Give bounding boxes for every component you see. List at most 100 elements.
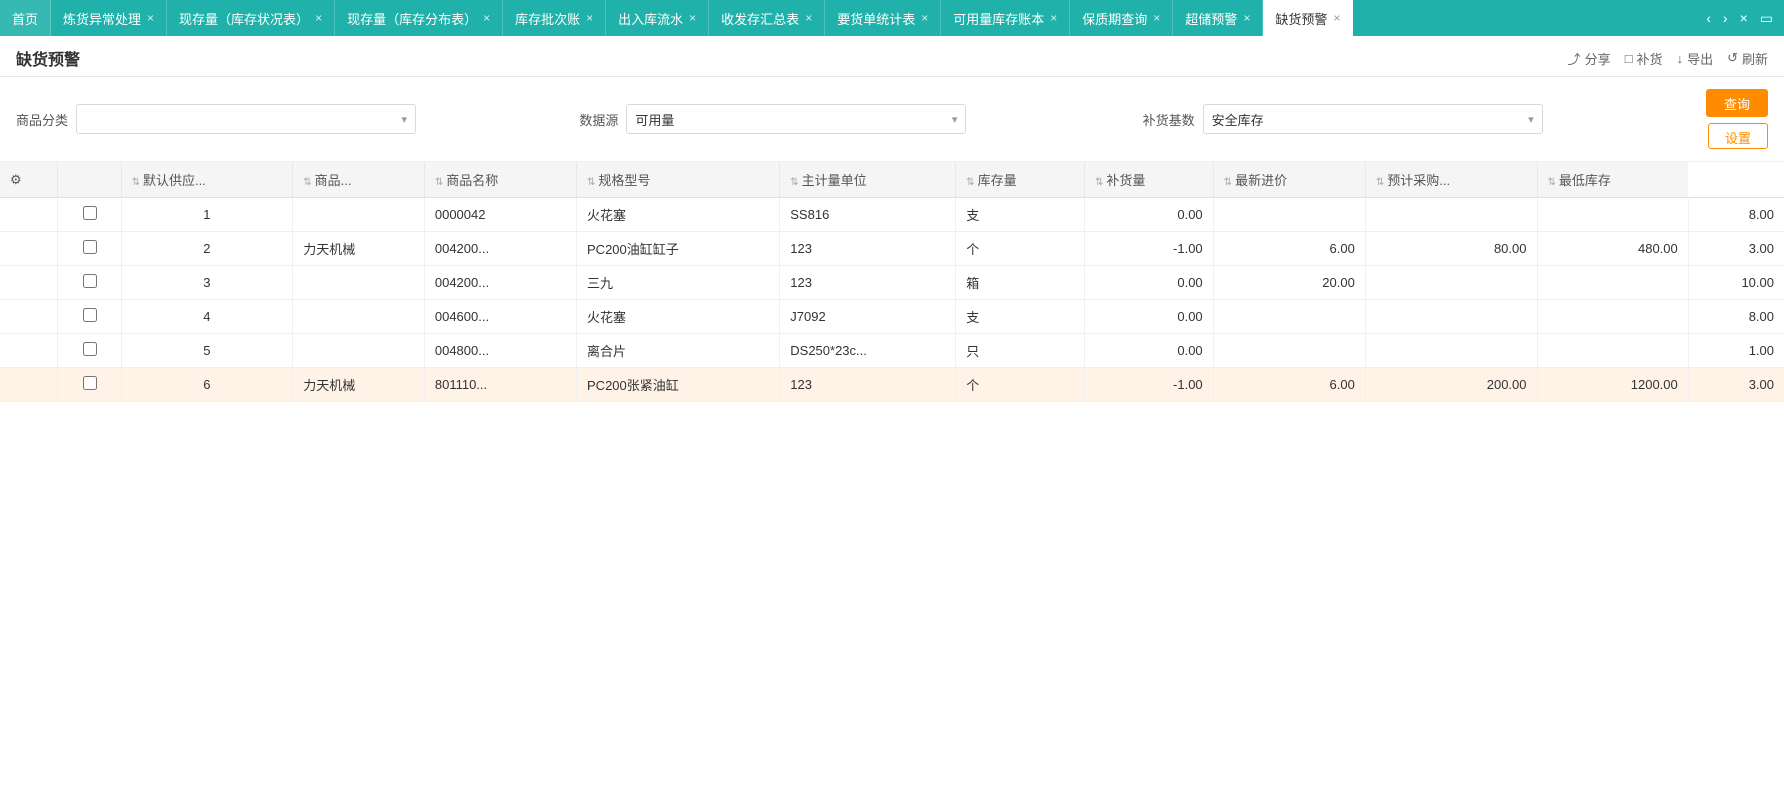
tab-expand-button[interactable]: ▭ bbox=[1755, 8, 1778, 29]
row-latest_price: 80.00 bbox=[1365, 232, 1537, 266]
col-header-stock[interactable]: ⇅库存量 bbox=[956, 162, 1085, 198]
tab-item-2[interactable]: 现存量（库存状况表） × bbox=[167, 0, 335, 36]
row-spec: 123 bbox=[780, 266, 956, 300]
tab-item-10[interactable]: 超储预警 × bbox=[1173, 0, 1263, 36]
chevron-down-icon: ▾ bbox=[401, 113, 407, 126]
tab-item-5[interactable]: 出入库流水 × bbox=[606, 0, 709, 36]
tab-close-icon-9[interactable]: × bbox=[1153, 11, 1160, 25]
row-settings-cell bbox=[0, 300, 58, 334]
sort-icon: ⇅ bbox=[790, 177, 798, 188]
row-spec: SS816 bbox=[780, 198, 956, 232]
tab-close-icon-11[interactable]: × bbox=[1333, 11, 1340, 25]
row-replenish_qty bbox=[1213, 198, 1365, 232]
row-min_stock: 8.00 bbox=[1688, 300, 1784, 334]
row-product_name: 离合片 bbox=[577, 334, 780, 368]
tab-item-7[interactable]: 要货单统计表 × bbox=[825, 0, 941, 36]
sort-icon: ⇅ bbox=[587, 177, 595, 188]
row-default_supplier bbox=[293, 198, 425, 232]
replenish-button[interactable]: □ 补货 bbox=[1625, 49, 1663, 68]
row-spec: J7092 bbox=[780, 300, 956, 334]
tab-item-3[interactable]: 现存量（库存分布表） × bbox=[335, 0, 503, 36]
chevron-down-icon-2: ▾ bbox=[952, 113, 958, 126]
table-row: 6力天机械801110...PC200张紧油缸123个-1.006.00200.… bbox=[0, 368, 1784, 402]
row-spec: 123 bbox=[780, 232, 956, 266]
tab-close-all-button[interactable]: × bbox=[1735, 8, 1753, 28]
row-estimated_purchase bbox=[1537, 300, 1688, 334]
row-default_supplier: 力天机械 bbox=[293, 232, 425, 266]
row-checkbox[interactable] bbox=[83, 274, 97, 288]
export-button[interactable]: ↓ 导出 bbox=[1677, 49, 1714, 68]
tab-prev-button[interactable]: ‹ bbox=[1701, 8, 1716, 28]
tab-close-icon-1[interactable]: × bbox=[147, 11, 154, 25]
col-header-unit[interactable]: ⇅主计量单位 bbox=[780, 162, 956, 198]
share-button[interactable]: ⤴ 分享 bbox=[1568, 49, 1611, 68]
row-checkbox[interactable] bbox=[83, 376, 97, 390]
row-product_code: 004200... bbox=[424, 266, 576, 300]
tab-next-button[interactable]: › bbox=[1718, 8, 1733, 28]
row-product_name: 火花塞 bbox=[577, 198, 780, 232]
tab-close-icon-7[interactable]: × bbox=[921, 11, 928, 25]
col-header-spec[interactable]: ⇅规格型号 bbox=[577, 162, 780, 198]
row-replenish_qty bbox=[1213, 334, 1365, 368]
product-category-label: 商品分类 bbox=[16, 110, 68, 129]
row-unit: 个 bbox=[956, 232, 1085, 266]
row-estimated_purchase bbox=[1537, 198, 1688, 232]
tab-item-4[interactable]: 库存批次账 × bbox=[503, 0, 606, 36]
row-min_stock: 3.00 bbox=[1688, 232, 1784, 266]
share-icon: ⤴ bbox=[1568, 49, 1581, 68]
row-checkbox[interactable] bbox=[83, 308, 97, 322]
col-header-latest_price[interactable]: ⇅最新进价 bbox=[1213, 162, 1365, 198]
tab-close-icon-10[interactable]: × bbox=[1243, 11, 1250, 25]
query-button[interactable]: 查询 bbox=[1706, 89, 1768, 117]
row-product_name: PC200张紧油缸 bbox=[577, 368, 780, 402]
tab-item-9[interactable]: 保质期查询 × bbox=[1070, 0, 1173, 36]
replenish-base-select[interactable]: 安全库存 ▾ bbox=[1203, 104, 1543, 134]
row-number: 4 bbox=[121, 300, 293, 334]
sort-icon: ⇅ bbox=[1376, 177, 1384, 188]
row-checkbox[interactable] bbox=[83, 342, 97, 356]
tab-item-8[interactable]: 可用量库存账本 × bbox=[941, 0, 1070, 36]
tab-item-0[interactable]: 首页 bbox=[0, 0, 51, 36]
row-product_name: 火花塞 bbox=[577, 300, 780, 334]
row-estimated_purchase bbox=[1537, 266, 1688, 300]
tab-bar: 首页炼货异常处理 ×现存量（库存状况表） ×现存量（库存分布表） ×库存批次账 … bbox=[0, 0, 1784, 36]
settings-button[interactable]: 设置 bbox=[1708, 123, 1768, 149]
col-header-replenish_qty[interactable]: ⇅补货量 bbox=[1084, 162, 1213, 198]
tab-item-11[interactable]: 缺货预警 × bbox=[1263, 0, 1353, 36]
replenish-base-value: 安全库存 bbox=[1212, 110, 1264, 129]
tab-close-icon-2[interactable]: × bbox=[315, 11, 322, 25]
row-min_stock: 3.00 bbox=[1688, 368, 1784, 402]
row-checkbox-cell bbox=[58, 300, 121, 334]
row-default_supplier bbox=[293, 334, 425, 368]
row-checkbox-cell bbox=[58, 266, 121, 300]
tab-close-icon-5[interactable]: × bbox=[689, 11, 696, 25]
row-settings-cell bbox=[0, 334, 58, 368]
table-row: 3004200...三九123箱0.0020.0010.00 bbox=[0, 266, 1784, 300]
refresh-button[interactable]: ↺ 刷新 bbox=[1727, 49, 1768, 68]
tab-close-icon-6[interactable]: × bbox=[805, 11, 812, 25]
tab-close-icon-8[interactable]: × bbox=[1050, 11, 1057, 25]
tab-item-1[interactable]: 炼货异常处理 × bbox=[51, 0, 167, 36]
row-number: 3 bbox=[121, 266, 293, 300]
filter-action-buttons: 查询 设置 bbox=[1706, 89, 1768, 149]
row-estimated_purchase: 480.00 bbox=[1537, 232, 1688, 266]
product-category-select[interactable]: ▾ bbox=[76, 104, 416, 134]
row-checkbox[interactable] bbox=[83, 206, 97, 220]
col-header-min_stock[interactable]: ⇅最低库存 bbox=[1537, 162, 1688, 198]
tab-close-icon-3[interactable]: × bbox=[483, 11, 490, 25]
page-content: 缺货预警 ⤴ 分享 □ 补货 ↓ 导出 ↺ 刷新 商品分类 bbox=[0, 36, 1784, 796]
data-source-select[interactable]: 可用量 ▾ bbox=[626, 104, 966, 134]
col-header-product_code[interactable]: ⇅商品... bbox=[293, 162, 425, 198]
col-header-estimated_purchase[interactable]: ⇅预计采购... bbox=[1365, 162, 1537, 198]
row-checkbox[interactable] bbox=[83, 240, 97, 254]
tab-item-6[interactable]: 收发存汇总表 × bbox=[709, 0, 825, 36]
col-header-product_name[interactable]: ⇅商品名称 bbox=[424, 162, 576, 198]
refresh-icon: ↺ bbox=[1727, 50, 1738, 66]
tab-close-icon-4[interactable]: × bbox=[586, 11, 593, 25]
row-latest_price bbox=[1365, 334, 1537, 368]
page-header: 缺货预警 ⤴ 分享 □ 补货 ↓ 导出 ↺ 刷新 bbox=[0, 36, 1784, 77]
sort-icon: ⇅ bbox=[1095, 177, 1103, 188]
col-header-default_supplier[interactable]: ⇅默认供应... bbox=[121, 162, 293, 198]
sort-icon: ⇅ bbox=[966, 177, 974, 188]
row-checkbox-cell bbox=[58, 198, 121, 232]
